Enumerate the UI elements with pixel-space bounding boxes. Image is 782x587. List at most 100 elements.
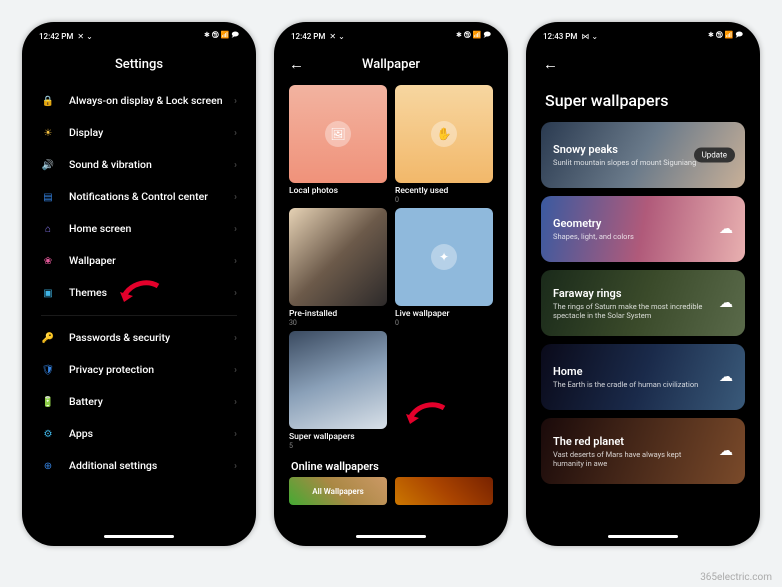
settings-row-notifications-control-center[interactable]: ▤ Notifications & Control center› — [25, 181, 253, 213]
card-title: Faraway rings — [553, 287, 733, 300]
wallpaper-tile-pre-installed[interactable]: Pre-installed30 — [289, 208, 387, 327]
wallpaper-grid[interactable]: 🖼 Local photos ✋ Recently used 0 Pre-installe… — [277, 81, 505, 543]
settings-icon: ⚙ — [41, 427, 63, 441]
status-left-icons: ⋈ ⌄ — [581, 32, 598, 41]
arrow-annotation — [404, 402, 446, 432]
online-preview-tile[interactable] — [395, 477, 493, 505]
wallpaper-thumb: 🖼 — [289, 85, 387, 183]
settings-row-battery[interactable]: 🔋 Battery› — [25, 386, 253, 418]
settings-row-always-on-display-lock-screen[interactable]: 🔒Always-on display & Lock screen› — [25, 85, 253, 117]
settings-icon: ⊕ — [41, 459, 63, 473]
download-cloud-icon[interactable]: ☁ — [719, 443, 733, 459]
home-indicator[interactable] — [608, 535, 678, 538]
chevron-right-icon: › — [234, 461, 237, 472]
card-title: Geometry — [553, 217, 733, 230]
settings-row-additional-settings[interactable]: ⊕ Additional settings› — [25, 450, 253, 482]
chevron-right-icon: › — [234, 288, 237, 299]
settings-label: Home screen — [69, 222, 234, 235]
wallpaper-tile-live-wallpaper[interactable]: ✦ Live wallpaper0 — [395, 208, 493, 327]
settings-row-privacy-protection[interactable]: 🛡Privacy protection› — [25, 354, 253, 386]
settings-label: Additional settings — [69, 459, 234, 472]
all-wallpapers-chip[interactable]: All Wallpapers — [289, 477, 387, 505]
super-wallpaper-list[interactable]: Snowy peaksSunlit mountain slopes of mou… — [529, 122, 757, 530]
super-card-geometry[interactable]: Geometry Shapes, light, and colors ☁ — [541, 196, 745, 262]
super-card-snowy-peaks[interactable]: Snowy peaksSunlit mountain slopes of mou… — [541, 122, 745, 188]
phone-wallpaper: 12:42 PM ✕ ⌄ ✱ 🕲 📶 🗩 ← Wallpaper 🖼 Local … — [274, 22, 508, 546]
settings-row-sound-vibration[interactable]: 🔊Sound & vibration› — [25, 149, 253, 181]
super-card-faraway-rings[interactable]: Faraway rings The rings of Saturn make th… — [541, 270, 745, 336]
download-cloud-icon[interactable]: ☁ — [719, 295, 733, 311]
download-cloud-icon[interactable]: ☁ — [719, 221, 733, 237]
online-wallpapers-row[interactable]: All Wallpapers — [289, 477, 493, 505]
chevron-right-icon: › — [234, 365, 237, 376]
wallpaper-thumb — [289, 208, 387, 306]
chevron-right-icon: › — [234, 192, 237, 203]
wallpaper-thumb: ✦ — [395, 208, 493, 306]
update-button[interactable]: Update — [694, 148, 735, 163]
card-subtitle: The rings of Saturn make the most incred… — [553, 302, 703, 320]
settings-row-display[interactable]: ☀ Display› — [25, 117, 253, 149]
chevron-right-icon: › — [234, 429, 237, 440]
settings-icon: 🔋 — [41, 395, 63, 409]
card-subtitle: The Earth is the cradle of human civiliz… — [553, 380, 703, 389]
card-subtitle: Shapes, light, and colors — [553, 232, 703, 241]
online-wallpapers-title: Online wallpapers — [289, 454, 493, 477]
page-title: Wallpaper — [362, 57, 420, 72]
header: ← — [529, 47, 757, 81]
chevron-right-icon: › — [234, 397, 237, 408]
chevron-right-icon: › — [234, 333, 237, 344]
status-time: 12:42 PM — [291, 32, 325, 41]
settings-icon: ▣ — [41, 286, 63, 300]
settings-row-wallpaper[interactable]: ❀ Wallpaper› — [25, 245, 253, 277]
wallpaper-label: Live wallpaper — [395, 309, 493, 319]
settings-icon: ❀ — [41, 254, 63, 268]
settings-label: Notifications & Control center — [69, 190, 234, 203]
home-indicator[interactable] — [104, 535, 174, 538]
settings-label: Apps — [69, 427, 234, 440]
wallpaper-label: Super wallpapers — [289, 432, 387, 442]
settings-label: Display — [69, 126, 234, 139]
wallpaper-tile-recently-used[interactable]: ✋Recently used0 — [395, 85, 493, 204]
wallpaper-count: 0 — [395, 319, 493, 327]
settings-label: Wallpaper — [69, 254, 234, 267]
settings-list[interactable]: 🔒Always-on display & Lock screen› ☀ Displa… — [25, 81, 253, 543]
settings-row-apps[interactable]: ⚙ Apps› — [25, 418, 253, 450]
chevron-right-icon: › — [234, 224, 237, 235]
phone-settings: 12:42 PM ✕ ⌄ ✱ 🕲 📶 🗩 Settings 🔒Always-on… — [22, 22, 256, 546]
settings-icon: ☀ — [41, 126, 63, 140]
card-title: The red planet — [553, 435, 733, 448]
back-button[interactable]: ← — [543, 55, 558, 73]
camera-notch — [638, 28, 648, 38]
settings-row-passwords-security[interactable]: 🔑Passwords & security› — [25, 322, 253, 354]
settings-label: Battery — [69, 395, 234, 408]
status-left-icons: ✕ ⌄ — [329, 32, 344, 41]
wallpaper-label: Local photos — [289, 186, 387, 196]
wallpaper-thumb: ✋ — [395, 85, 493, 183]
card-title: Home — [553, 365, 733, 378]
super-card-the-red-planet[interactable]: The red planetVast deserts of Mars have … — [541, 418, 745, 484]
settings-label: Sound & vibration — [69, 158, 234, 171]
super-card-home[interactable]: Home The Earth is the cradle of human civ… — [541, 344, 745, 410]
settings-label: Passwords & security — [69, 331, 234, 344]
watermark: 365electric.com — [700, 572, 772, 583]
wallpaper-tile-local-photos[interactable]: 🖼 Local photos — [289, 85, 387, 204]
status-left-icons: ✕ ⌄ — [77, 32, 92, 41]
settings-icon: 🔒 — [41, 94, 63, 108]
status-right-icons: ✱ 🕲 📶 🗩 — [456, 31, 491, 42]
back-button[interactable]: ← — [289, 55, 304, 73]
phone-super-wallpapers: 12:43 PM ⋈ ⌄ ✱ 🕲 📶 🗩 ← Super wallpapers … — [526, 22, 760, 546]
status-right-icons: ✱ 🕲 📶 🗩 — [204, 31, 239, 42]
settings-icon: ▤ — [41, 190, 63, 204]
wallpaper-label: Recently used — [395, 186, 493, 196]
settings-icon: ⌂ — [41, 222, 63, 236]
wallpaper-thumb — [289, 331, 387, 429]
page-title: Settings — [25, 47, 253, 81]
download-cloud-icon[interactable]: ☁ — [719, 369, 733, 385]
divider — [41, 315, 237, 316]
chevron-right-icon: › — [234, 128, 237, 139]
chevron-right-icon: › — [234, 256, 237, 267]
wallpaper-tile-super-wallpapers[interactable]: Super wallpapers5 — [289, 331, 387, 450]
wallpaper-count: 5 — [289, 442, 387, 450]
home-indicator[interactable] — [356, 535, 426, 538]
settings-row-home-screen[interactable]: ⌂ Home screen› — [25, 213, 253, 245]
